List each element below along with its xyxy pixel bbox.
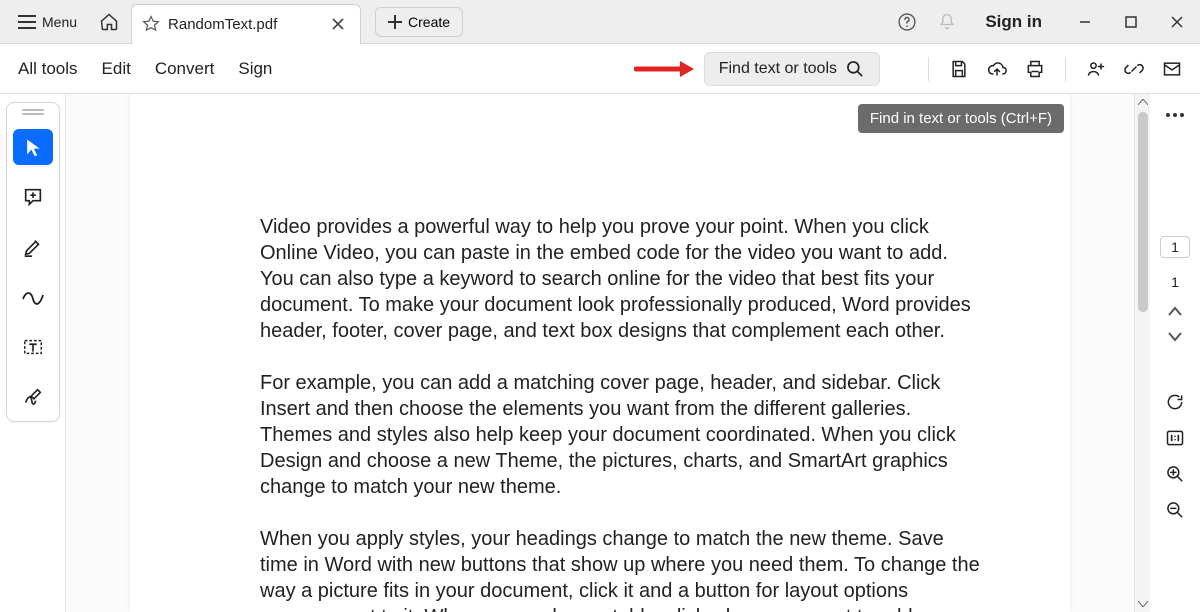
document-page: Video provides a powerful way to help yo… xyxy=(130,94,1070,612)
left-tool-rail xyxy=(0,94,66,612)
one-to-one-icon xyxy=(1165,428,1185,448)
rotate-button[interactable] xyxy=(1165,392,1185,412)
fill-sign-tool[interactable] xyxy=(13,379,53,415)
chevron-up-icon xyxy=(1168,306,1182,316)
edit-button[interactable]: Edit xyxy=(102,59,131,79)
scroll-thumb[interactable] xyxy=(1138,112,1148,312)
save-icon xyxy=(949,59,969,79)
next-page-button[interactable] xyxy=(1168,332,1182,342)
page-count: 1 xyxy=(1171,274,1179,290)
cursor-icon xyxy=(23,136,43,158)
maximize-icon xyxy=(1125,16,1137,28)
find-button[interactable]: Find text or tools xyxy=(704,52,880,86)
body-paragraph: When you apply styles, your headings cha… xyxy=(260,526,980,612)
print-icon xyxy=(1025,59,1045,79)
toolbar-actions xyxy=(926,57,1182,81)
freeform-icon xyxy=(21,289,45,305)
scroll-down-button[interactable] xyxy=(1135,596,1150,612)
right-rail: 1 1 xyxy=(1150,94,1200,612)
signature-icon xyxy=(22,386,44,408)
palette-drag-handle[interactable] xyxy=(20,109,46,115)
document-viewport[interactable]: Video provides a powerful way to help yo… xyxy=(66,94,1134,612)
cloud-upload-button[interactable] xyxy=(987,59,1007,79)
sign-in-button[interactable]: Sign in xyxy=(969,12,1058,32)
page-number-input[interactable]: 1 xyxy=(1160,236,1190,258)
select-tool[interactable] xyxy=(13,129,53,165)
star-icon xyxy=(142,15,160,33)
share-people-icon xyxy=(1086,59,1106,79)
chevron-up-icon xyxy=(1138,99,1148,105)
notifications-button[interactable] xyxy=(929,12,965,32)
link-icon xyxy=(1124,59,1144,79)
scroll-up-button[interactable] xyxy=(1135,94,1150,110)
minimize-icon xyxy=(1079,16,1091,28)
hint-arrow xyxy=(634,60,694,78)
tool-palette xyxy=(6,102,60,422)
zoom-in-button[interactable] xyxy=(1165,464,1185,484)
maximize-button[interactable] xyxy=(1108,0,1154,44)
create-button[interactable]: Create xyxy=(375,7,463,37)
all-tools-button[interactable]: All tools xyxy=(18,59,78,79)
prev-page-button[interactable] xyxy=(1168,306,1182,316)
find-label: Find text or tools xyxy=(719,60,837,78)
find-tooltip: Find in text or tools (Ctrl+F) xyxy=(858,104,1064,133)
separator xyxy=(1065,57,1066,81)
tab-close-button[interactable] xyxy=(328,14,348,34)
textbox-icon xyxy=(22,336,44,358)
save-button[interactable] xyxy=(949,59,969,79)
bell-icon xyxy=(937,12,957,32)
minimize-button[interactable] xyxy=(1062,0,1108,44)
create-label: Create xyxy=(408,14,450,30)
body-paragraph: For example, you can add a matching cove… xyxy=(260,370,980,500)
actual-size-button[interactable] xyxy=(1165,428,1185,448)
highlighter-icon xyxy=(22,236,44,258)
email-button[interactable] xyxy=(1162,59,1182,79)
zoom-out-button[interactable] xyxy=(1165,500,1185,520)
close-window-button[interactable] xyxy=(1154,0,1200,44)
rotate-icon xyxy=(1165,392,1185,412)
comment-tool[interactable] xyxy=(13,179,53,215)
body-paragraph: Video provides a powerful way to help yo… xyxy=(260,214,980,344)
sign-button[interactable]: Sign xyxy=(238,59,272,79)
toolbar: All tools Edit Convert Sign Find text or… xyxy=(0,44,1200,94)
share-button[interactable] xyxy=(1086,59,1106,79)
home-button[interactable] xyxy=(91,6,127,38)
arrow-right-icon xyxy=(634,60,694,78)
hamburger-icon xyxy=(18,15,36,29)
home-icon xyxy=(99,12,119,32)
mail-icon xyxy=(1162,59,1182,79)
chevron-down-icon xyxy=(1168,332,1182,342)
chevron-down-icon xyxy=(1138,601,1148,607)
convert-button[interactable]: Convert xyxy=(155,59,215,79)
plus-icon xyxy=(388,15,402,29)
tab-title: RandomText.pdf xyxy=(168,16,277,33)
separator xyxy=(928,57,929,81)
zoom-out-icon xyxy=(1165,500,1185,520)
link-button[interactable] xyxy=(1124,59,1144,79)
print-button[interactable] xyxy=(1025,59,1045,79)
cloud-upload-icon xyxy=(987,59,1007,79)
help-button[interactable] xyxy=(889,12,925,32)
menu-button[interactable]: Menu xyxy=(8,8,87,36)
document-tab[interactable]: RandomText.pdf xyxy=(131,4,361,44)
zoom-in-icon xyxy=(1165,464,1185,484)
draw-tool[interactable] xyxy=(13,279,53,315)
vertical-scrollbar[interactable] xyxy=(1134,94,1150,612)
textbox-tool[interactable] xyxy=(13,329,53,365)
menu-label: Menu xyxy=(42,14,77,30)
ellipsis-icon xyxy=(1165,112,1185,118)
close-icon xyxy=(1171,16,1183,28)
window-controls xyxy=(1062,0,1200,44)
close-icon xyxy=(332,18,344,30)
comment-icon xyxy=(22,186,44,208)
main-area: Video provides a powerful way to help yo… xyxy=(0,94,1200,612)
help-icon xyxy=(897,12,917,32)
title-bar: Menu RandomText.pdf Create Sign in xyxy=(0,0,1200,44)
more-options-button[interactable] xyxy=(1165,112,1185,118)
highlight-tool[interactable] xyxy=(13,229,53,265)
search-icon xyxy=(845,59,865,79)
